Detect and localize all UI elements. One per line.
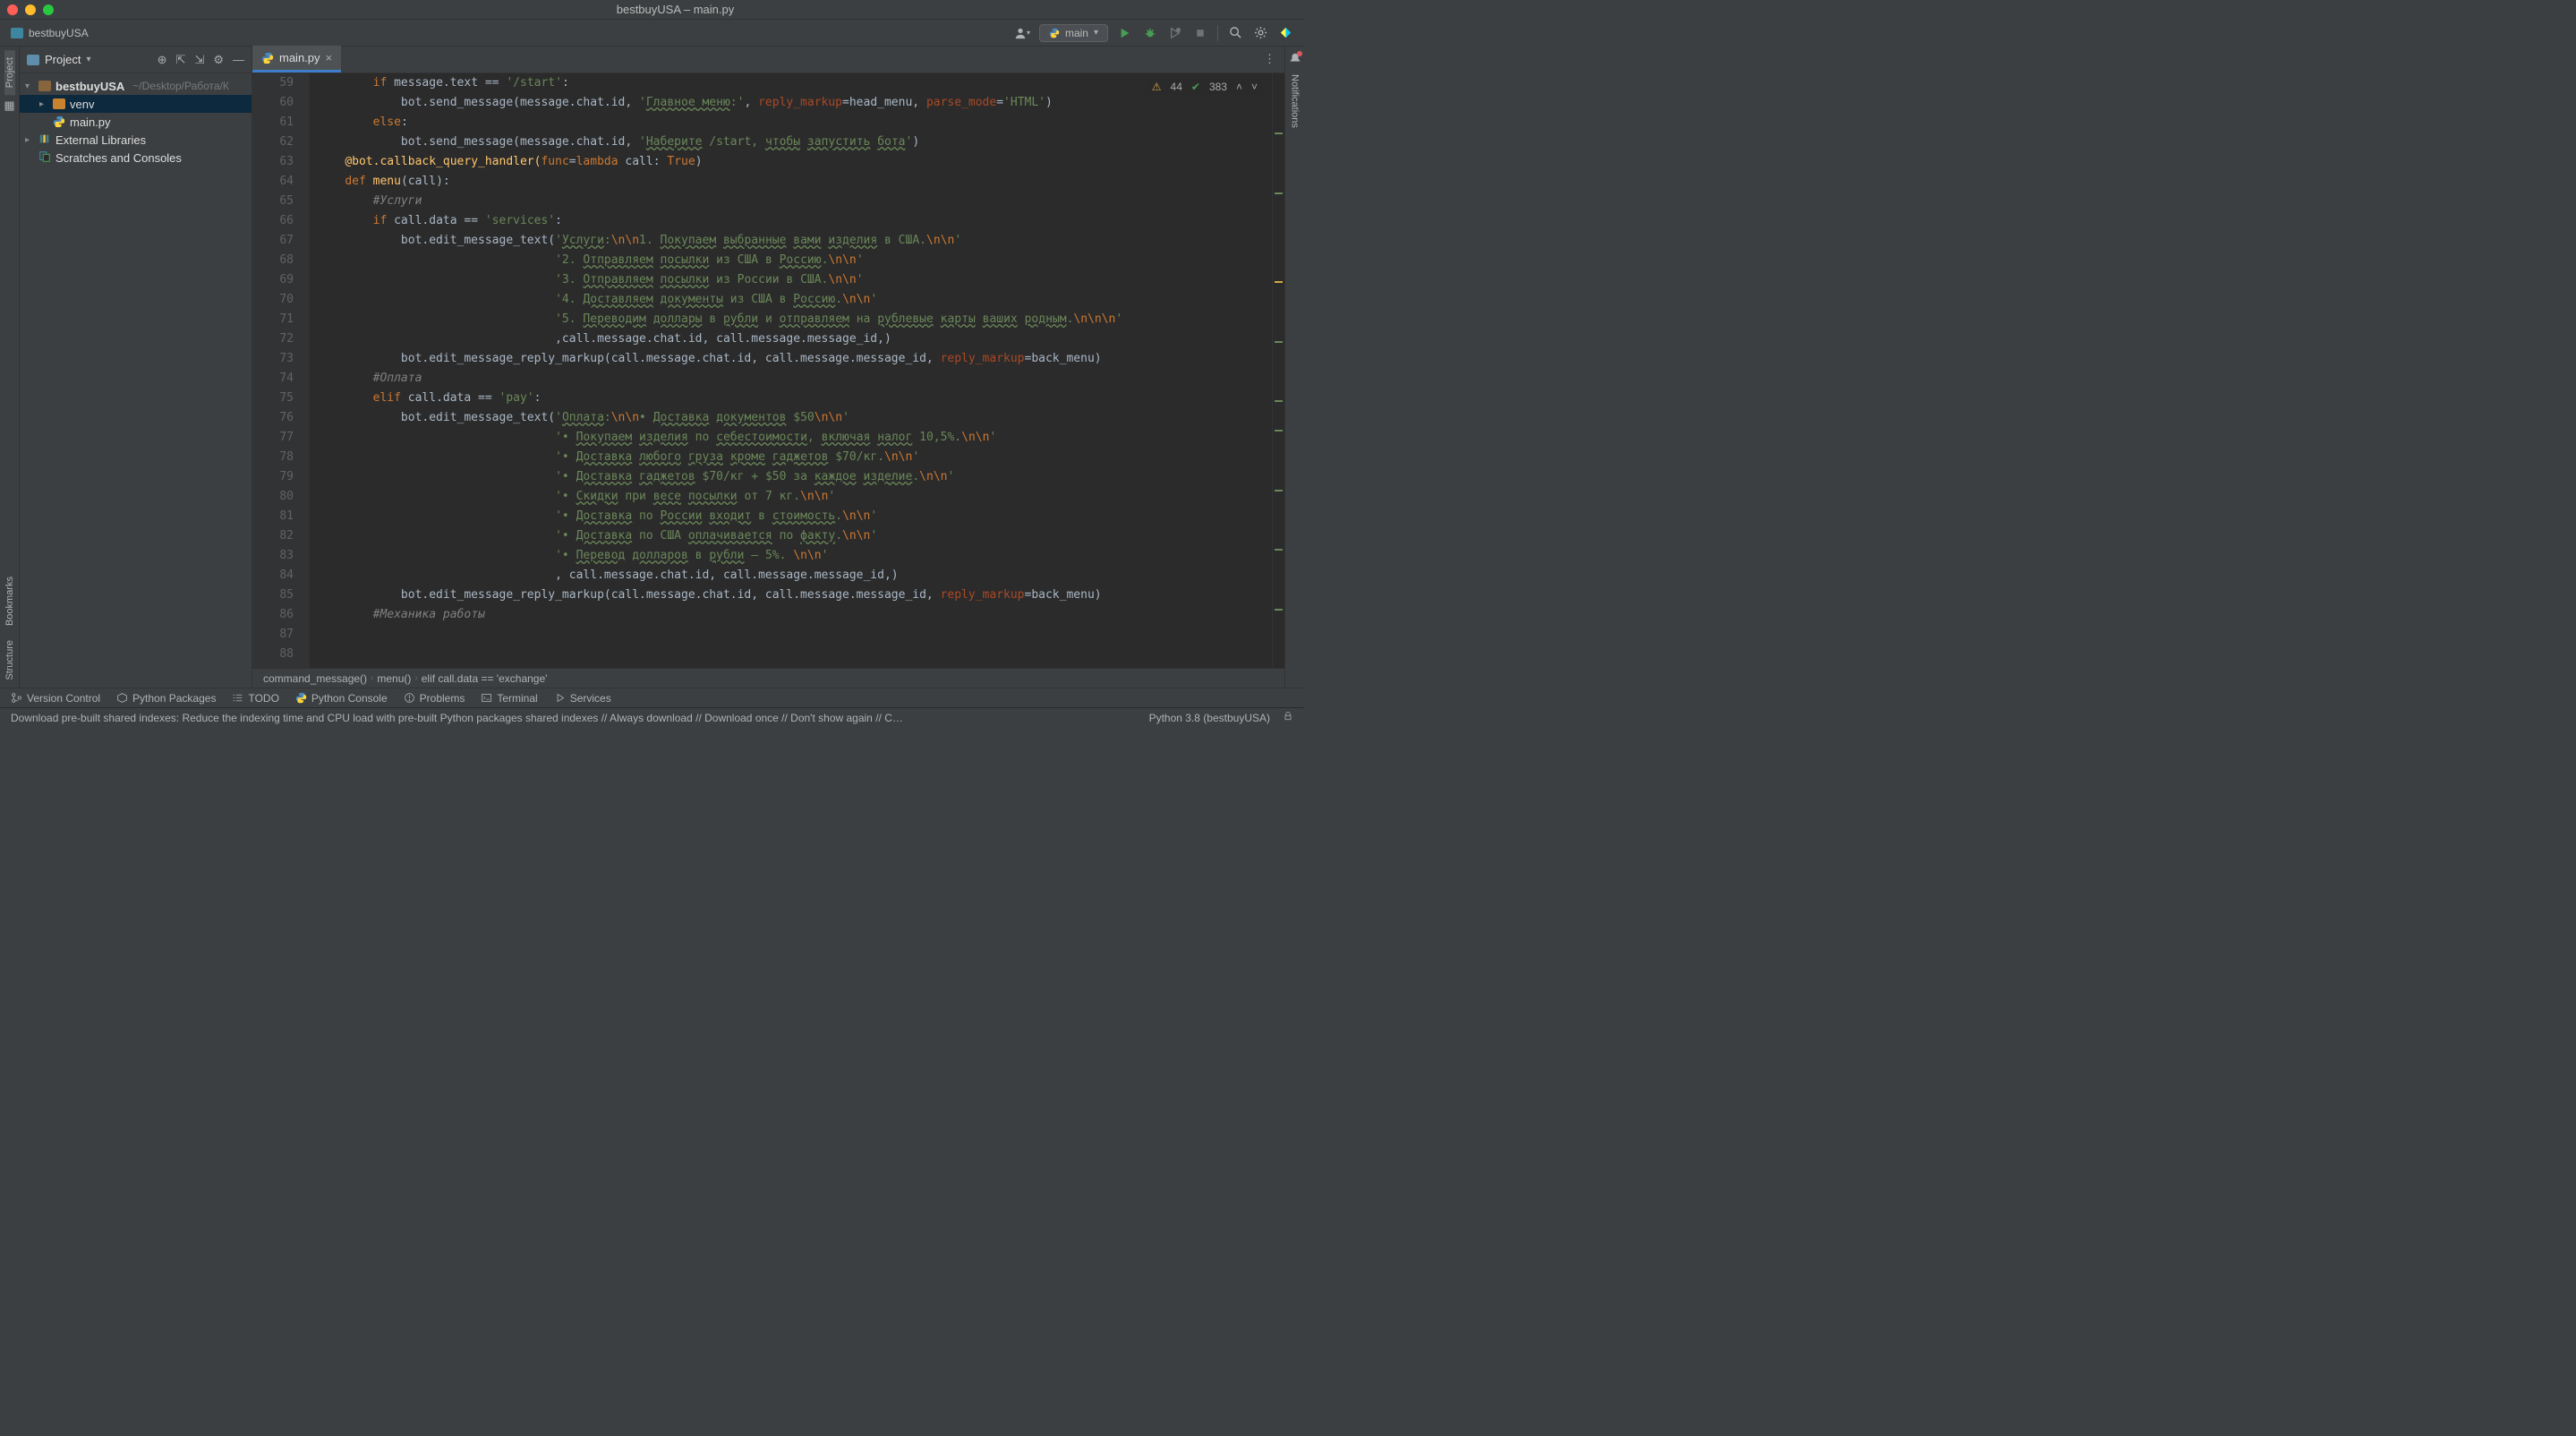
project-folder-icon <box>11 28 23 38</box>
services-tool-button[interactable]: Services <box>554 692 611 705</box>
tree-node-label: main.py <box>70 115 111 129</box>
close-window-button[interactable] <box>7 4 18 15</box>
problems-tool-button[interactable]: Problems <box>404 692 465 705</box>
status-message[interactable]: Download pre-built shared indexes: Reduc… <box>11 712 906 724</box>
bookmarks-tool-button[interactable]: Bookmarks <box>4 569 15 633</box>
warning-icon: ⚠ <box>1152 81 1162 93</box>
status-bar: Download pre-built shared indexes: Reduc… <box>0 707 1304 727</box>
editor-tabs: main.py × ⋮ <box>252 47 1284 73</box>
editor-tab-mainpy[interactable]: main.py × <box>252 46 341 73</box>
window-controls <box>7 4 54 15</box>
python-console-tool-button[interactable]: Python Console <box>295 692 388 705</box>
scratches-icon <box>38 150 51 166</box>
chevron-right-icon: › <box>371 673 373 683</box>
minimize-window-button[interactable] <box>25 4 36 15</box>
todo-tool-button[interactable]: TODO <box>232 692 278 705</box>
run-button[interactable] <box>1117 25 1133 41</box>
tree-node-path: ~/Desktop/Работа/К <box>132 80 229 92</box>
library-icon <box>38 132 51 148</box>
project-tool-button[interactable]: Project <box>4 50 15 95</box>
expand-arrow-icon: ▸ <box>39 99 48 109</box>
tree-scratches-node[interactable]: Scratches and Consoles <box>20 149 252 167</box>
python-packages-tool-button[interactable]: Python Packages <box>116 692 216 705</box>
interpreter-label[interactable]: Python 3.8 (bestbuyUSA) <box>1149 712 1270 724</box>
lock-icon[interactable] <box>1283 711 1293 724</box>
project-tool-title: Project <box>45 53 81 66</box>
chevron-down-icon[interactable]: ▾ <box>86 55 90 64</box>
check-icon: ✔ <box>1191 81 1200 93</box>
tree-node-label: External Libraries <box>55 133 146 147</box>
expand-all-icon[interactable]: ⇱ <box>176 53 186 67</box>
tree-external-libs-node[interactable]: ▸ External Libraries <box>20 131 252 149</box>
window-title: bestbuyUSA – main.py <box>54 3 1297 16</box>
inspections-widget[interactable]: ⚠ 44 ✔ 383 ˄ ˅ <box>1147 79 1263 95</box>
run-config-label: main <box>1065 27 1088 39</box>
settings-icon[interactable] <box>1252 25 1268 41</box>
python-file-icon <box>53 115 65 128</box>
tree-node-label: bestbuyUSA <box>55 80 124 93</box>
debug-button[interactable] <box>1142 25 1158 41</box>
python-icon <box>1049 28 1060 38</box>
account-icon[interactable]: ▾ <box>1014 25 1030 41</box>
editor-minimap[interactable] <box>1272 73 1284 668</box>
main-toolbar: bestbuyUSA ▾ main ▾ <box>0 20 1304 47</box>
typo-count: 383 <box>1209 81 1227 93</box>
structure-tool-button[interactable]: Structure <box>4 633 15 688</box>
maximize-window-button[interactable] <box>43 4 54 15</box>
left-tool-stripe: Project ▦ Bookmarks Structure <box>0 47 20 688</box>
project-tool-header: Project ▾ ⊕ ⇱ ⇲ ⚙ — <box>20 47 252 73</box>
select-opened-file-icon[interactable]: ⊕ <box>158 53 167 67</box>
project-breadcrumb[interactable]: bestbuyUSA <box>11 27 89 39</box>
notifications-icon[interactable] <box>1289 52 1301 67</box>
tree-root-node[interactable]: ▾ bestbuyUSA ~/Desktop/Работа/К <box>20 77 252 95</box>
editor-breadcrumbs: command_message() › menu() › elif call.d… <box>252 668 1284 688</box>
python-file-icon <box>261 52 274 64</box>
run-with-coverage-button[interactable] <box>1167 25 1183 41</box>
project-tree: ▾ bestbuyUSA ~/Desktop/Работа/К ▸ venv m… <box>20 73 252 688</box>
titlebar: bestbuyUSA – main.py <box>0 0 1304 20</box>
warning-count: 44 <box>1171 81 1182 93</box>
next-highlight-icon[interactable]: ˅ <box>1251 81 1258 93</box>
right-tool-stripe: Notifications <box>1284 47 1304 688</box>
project-tool-window: Project ▾ ⊕ ⇱ ⇲ ⚙ — ▾ bestbuyUSA ~/Deskt… <box>20 47 252 688</box>
expand-arrow-icon: ▾ <box>25 81 34 91</box>
notifications-tool-button[interactable]: Notifications <box>1290 67 1301 135</box>
prev-highlight-icon[interactable]: ˄ <box>1236 81 1242 93</box>
close-tab-icon[interactable]: × <box>326 51 333 64</box>
project-name-label: bestbuyUSA <box>29 27 89 39</box>
breadcrumb-item[interactable]: command_message() <box>263 672 367 685</box>
editor-area: main.py × ⋮ ⚠ 44 ✔ 383 ˄ ˅ 5960616263646… <box>252 47 1284 688</box>
ide-logo-icon[interactable] <box>1277 25 1293 41</box>
breadcrumb-item[interactable]: elif call.data == 'exchange' <box>422 672 548 685</box>
chevron-down-icon: ▾ <box>1094 28 1098 38</box>
tree-mainpy-node[interactable]: main.py <box>20 113 252 131</box>
search-everywhere-icon[interactable] <box>1227 25 1243 41</box>
chevron-right-icon: › <box>414 673 417 683</box>
collapse-all-icon[interactable]: ⇲ <box>194 53 204 67</box>
stop-button[interactable] <box>1192 25 1208 41</box>
expand-arrow-icon: ▸ <box>25 135 34 145</box>
tree-node-label: venv <box>70 98 94 111</box>
editor-gutter[interactable]: 5960616263646566676869707172737475767778… <box>252 73 310 668</box>
version-control-tool-button[interactable]: Version Control <box>11 692 100 705</box>
tab-list-icon[interactable]: ⋮ <box>1264 52 1275 66</box>
terminal-tool-button[interactable]: Terminal <box>481 692 537 705</box>
folder-icon <box>53 98 65 109</box>
run-config-selector[interactable]: main ▾ <box>1039 24 1108 42</box>
code-area[interactable]: if message.text == '/start': bot.send_me… <box>310 73 1272 668</box>
project-view-icon[interactable]: ▦ <box>4 98 14 113</box>
tree-node-label: Scratches and Consoles <box>55 151 182 165</box>
tree-venv-node[interactable]: ▸ venv <box>20 95 252 113</box>
breadcrumb-item[interactable]: menu() <box>377 672 411 685</box>
editor-body[interactable]: ⚠ 44 ✔ 383 ˄ ˅ 5960616263646566676869707… <box>252 73 1284 668</box>
bottom-tool-stripe: Version Control Python Packages TODO Pyt… <box>0 688 1304 707</box>
folder-icon <box>38 81 51 91</box>
python-icon <box>295 692 307 704</box>
tab-label: main.py <box>279 51 320 64</box>
hide-tool-icon[interactable]: — <box>233 53 244 67</box>
project-view-icon <box>27 55 39 65</box>
tool-settings-icon[interactable]: ⚙ <box>213 53 224 67</box>
